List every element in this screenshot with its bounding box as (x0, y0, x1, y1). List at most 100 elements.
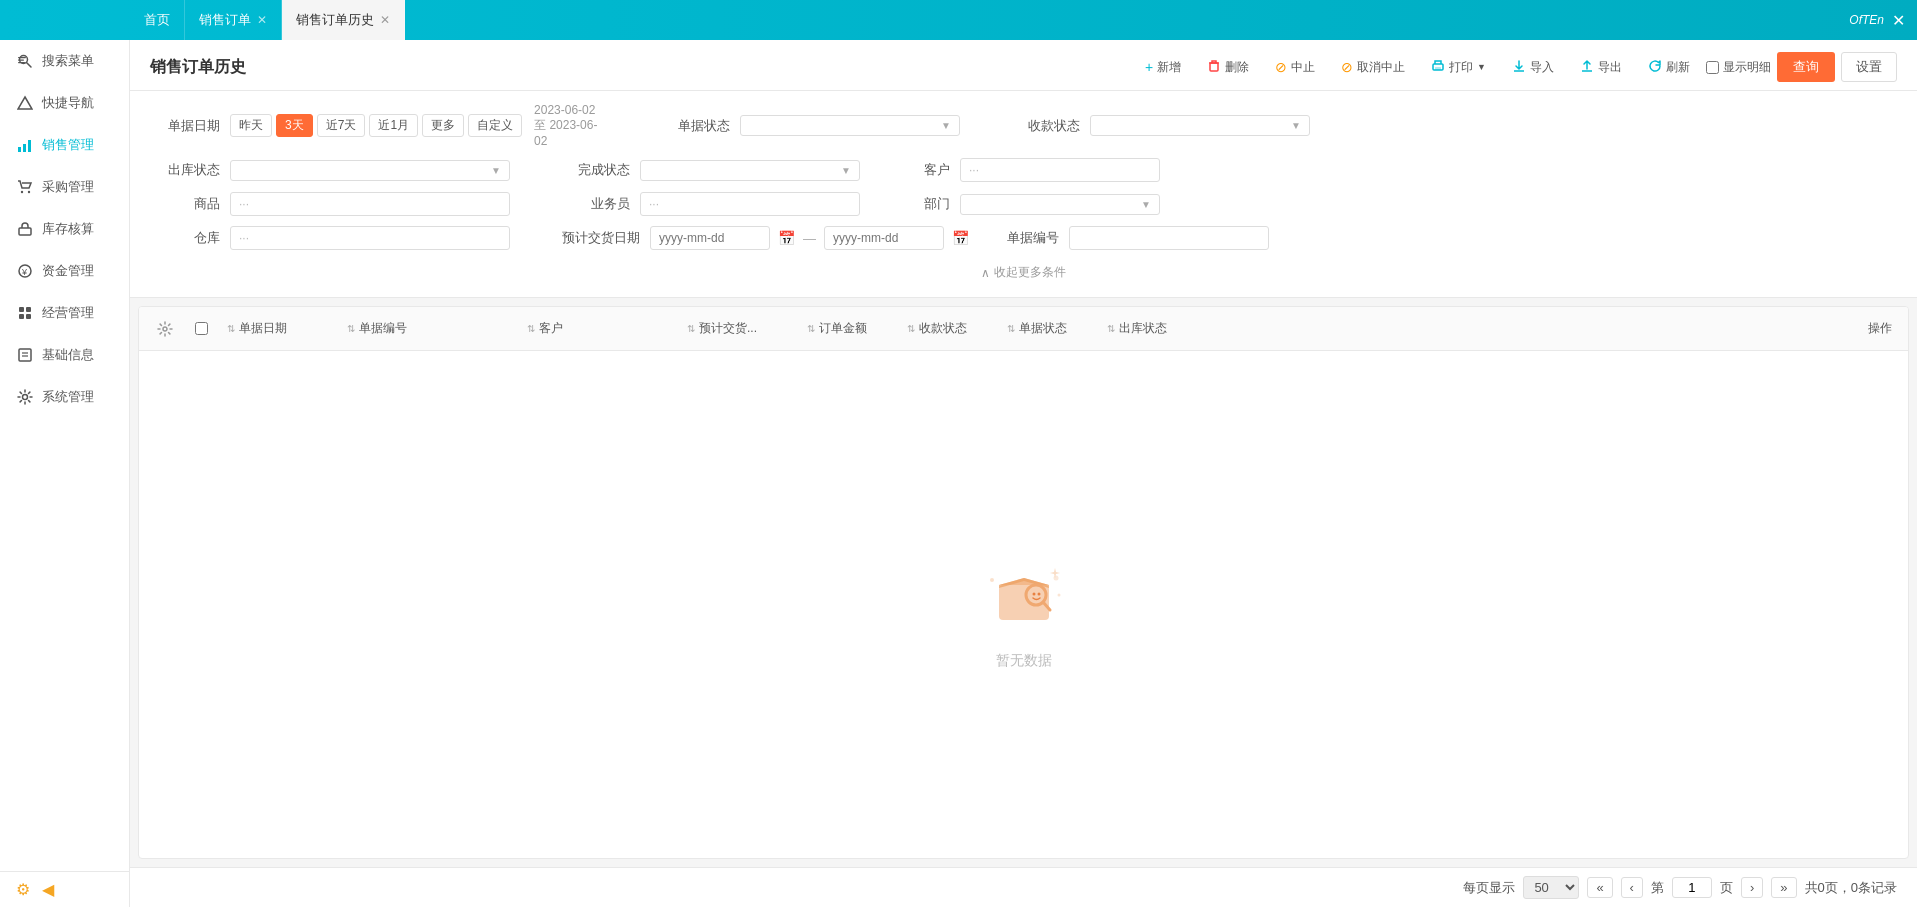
tab-sales-order-history-close[interactable]: ✕ (380, 13, 390, 27)
complete-status-label: 完成状态 (550, 161, 640, 179)
tab-sales-order[interactable]: 销售订单 ✕ (185, 0, 282, 40)
customer-label: 客户 (900, 161, 960, 179)
first-page-button[interactable]: « (1587, 877, 1612, 898)
warehouse-label: 仓库 (150, 229, 230, 247)
quick-nav-icon (16, 94, 34, 112)
stop-button[interactable]: ⊘ 中止 (1265, 54, 1325, 81)
sidebar-item-finance-mgmt[interactable]: ¥ 资金管理 (0, 250, 129, 292)
show-detail-toggle[interactable]: 显示明细 (1706, 59, 1771, 76)
warehouse-select-btn[interactable]: ··· (230, 226, 510, 250)
date-btn-1month[interactable]: 近1月 (369, 114, 418, 137)
sidebar-bottom: ⚙ ◀ (0, 871, 129, 907)
new-button[interactable]: + 新增 (1135, 54, 1191, 81)
sidebar-item-base-info[interactable]: 基础信息 (0, 334, 129, 376)
dept-select[interactable]: ▼ (960, 194, 1160, 215)
cancel-stop-button[interactable]: ⊘ 取消中止 (1331, 54, 1415, 81)
topbar-close-icon[interactable]: ✕ (1892, 11, 1905, 30)
payment-status-select[interactable]: ▼ (1090, 115, 1310, 136)
system-mgmt-icon (16, 388, 34, 406)
th-doc-no[interactable]: ⇅ 单据编号 (339, 320, 519, 337)
tab-sales-order-close[interactable]: ✕ (257, 13, 267, 27)
out-status-arrow-icon: ▼ (491, 165, 501, 176)
th-delivery-sort-icon: ⇅ (687, 323, 695, 334)
tab-home[interactable]: 首页 (130, 0, 185, 40)
date-btn-today[interactable]: 昨天 (230, 114, 272, 137)
dept-label: 部门 (900, 195, 960, 213)
svg-point-21 (23, 395, 28, 400)
th-doc-status[interactable]: ⇅ 单据状态 (999, 320, 1099, 337)
sidebar-item-system-mgmt[interactable]: 系统管理 (0, 376, 129, 418)
delete-button[interactable]: 删除 (1197, 54, 1259, 81)
page-number-input[interactable] (1672, 877, 1712, 898)
calendar-start-icon[interactable]: 📅 (778, 230, 795, 246)
th-out-status[interactable]: ⇅ 出库状态 (1099, 320, 1199, 337)
th-docno-sort-icon: ⇅ (347, 323, 355, 334)
settings-button[interactable]: 设置 (1841, 52, 1897, 82)
th-delivery-date[interactable]: ⇅ 预计交货... (679, 320, 799, 337)
complete-status-select[interactable]: ▼ (640, 160, 860, 181)
print-button[interactable]: 打印 ▼ (1421, 54, 1496, 81)
tab-sales-order-history[interactable]: 销售订单历史 ✕ (282, 0, 405, 40)
sidebar-item-purchase-mgmt[interactable]: 采购管理 (0, 166, 129, 208)
sidebar-item-search-menu[interactable]: 搜索菜单 (0, 40, 129, 82)
main-layout: 搜索菜单 快捷导航 销售管理 采购管理 库存核算 (0, 40, 1917, 907)
sidebar-item-sales-mgmt[interactable]: 销售管理 (0, 124, 129, 166)
th-checkbox[interactable] (183, 322, 219, 335)
out-status-label: 出库状态 (150, 161, 230, 179)
doc-no-input[interactable] (1069, 226, 1269, 250)
content-area: 销售订单历史 + 新增 删除 ⊘ 中止 ⊘ 取消中 (130, 40, 1917, 907)
svg-rect-2 (18, 57, 26, 58)
salesperson-select-btn[interactable]: ··· (640, 192, 860, 216)
import-button[interactable]: 导入 (1502, 54, 1564, 81)
query-button[interactable]: 查询 (1777, 52, 1835, 82)
select-all-checkbox[interactable] (195, 322, 208, 335)
print-icon (1431, 59, 1445, 76)
svg-point-35 (1057, 593, 1060, 596)
customer-select-btn[interactable]: ··· (960, 158, 1160, 182)
th-payment-status[interactable]: ⇅ 收款状态 (899, 320, 999, 337)
date-btn-7days[interactable]: 近7天 (317, 114, 366, 137)
goods-select-btn[interactable]: ··· (230, 192, 510, 216)
svg-text:¥: ¥ (21, 267, 28, 277)
date-range-text: 2023-06-02 至 2023-06-02 (534, 103, 610, 148)
svg-rect-7 (23, 144, 26, 152)
delivery-date-start[interactable] (650, 226, 770, 250)
next-page-button[interactable]: › (1741, 877, 1763, 898)
top-bar: 首页 销售订单 ✕ 销售订单历史 ✕ OfTEn ✕ (0, 0, 1917, 40)
sidebar-item-sales-mgmt-label: 销售管理 (42, 136, 94, 154)
page-size-select[interactable]: 10 20 50 100 (1523, 876, 1579, 899)
prev-page-button[interactable]: ‹ (1621, 877, 1643, 898)
show-detail-checkbox[interactable] (1706, 61, 1719, 74)
sidebar-item-operations-mgmt[interactable]: 经营管理 (0, 292, 129, 334)
delivery-date-end[interactable] (824, 226, 944, 250)
sidebar-collapse-icon[interactable]: ◀ (42, 880, 54, 899)
out-status-select[interactable]: ▼ (230, 160, 510, 181)
svg-point-27 (163, 327, 167, 331)
doc-status-select[interactable]: ▼ (740, 115, 960, 136)
goods-label: 商品 (150, 195, 230, 213)
th-payment-sort-icon: ⇅ (907, 323, 915, 334)
sidebar-settings-icon[interactable]: ⚙ (16, 880, 30, 899)
date-btn-more[interactable]: 更多 (422, 114, 464, 137)
th-settings[interactable] (147, 321, 183, 337)
svg-rect-15 (26, 307, 31, 312)
th-customer[interactable]: ⇅ 客户 (519, 320, 679, 337)
calendar-end-icon[interactable]: 📅 (952, 230, 969, 246)
date-btn-3days[interactable]: 3天 (276, 114, 313, 137)
date-btn-custom[interactable]: 自定义 (468, 114, 522, 137)
sidebar-item-inventory[interactable]: 库存核算 (0, 208, 129, 250)
svg-rect-3 (18, 60, 24, 61)
svg-line-1 (27, 63, 32, 68)
last-page-button[interactable]: » (1771, 877, 1796, 898)
toolbar: + 新增 删除 ⊘ 中止 ⊘ 取消中止 (1135, 52, 1897, 82)
refresh-button[interactable]: 刷新 (1638, 54, 1700, 81)
collapse-bar[interactable]: ∧ 收起更多条件 (150, 260, 1897, 285)
th-doc-date[interactable]: ⇅ 单据日期 (219, 320, 339, 337)
goto-prefix: 第 (1651, 879, 1664, 897)
sales-mgmt-icon (16, 136, 34, 154)
sidebar-item-quick-nav[interactable]: 快捷导航 (0, 82, 129, 124)
table-header: ⇅ 单据日期 ⇅ 单据编号 ⇅ 客户 ⇅ 预计交货... ⇅ 订单金额 (139, 307, 1908, 351)
export-button[interactable]: 导出 (1570, 54, 1632, 81)
page-title: 销售订单历史 (150, 57, 246, 78)
th-amount[interactable]: ⇅ 订单金额 (799, 320, 899, 337)
